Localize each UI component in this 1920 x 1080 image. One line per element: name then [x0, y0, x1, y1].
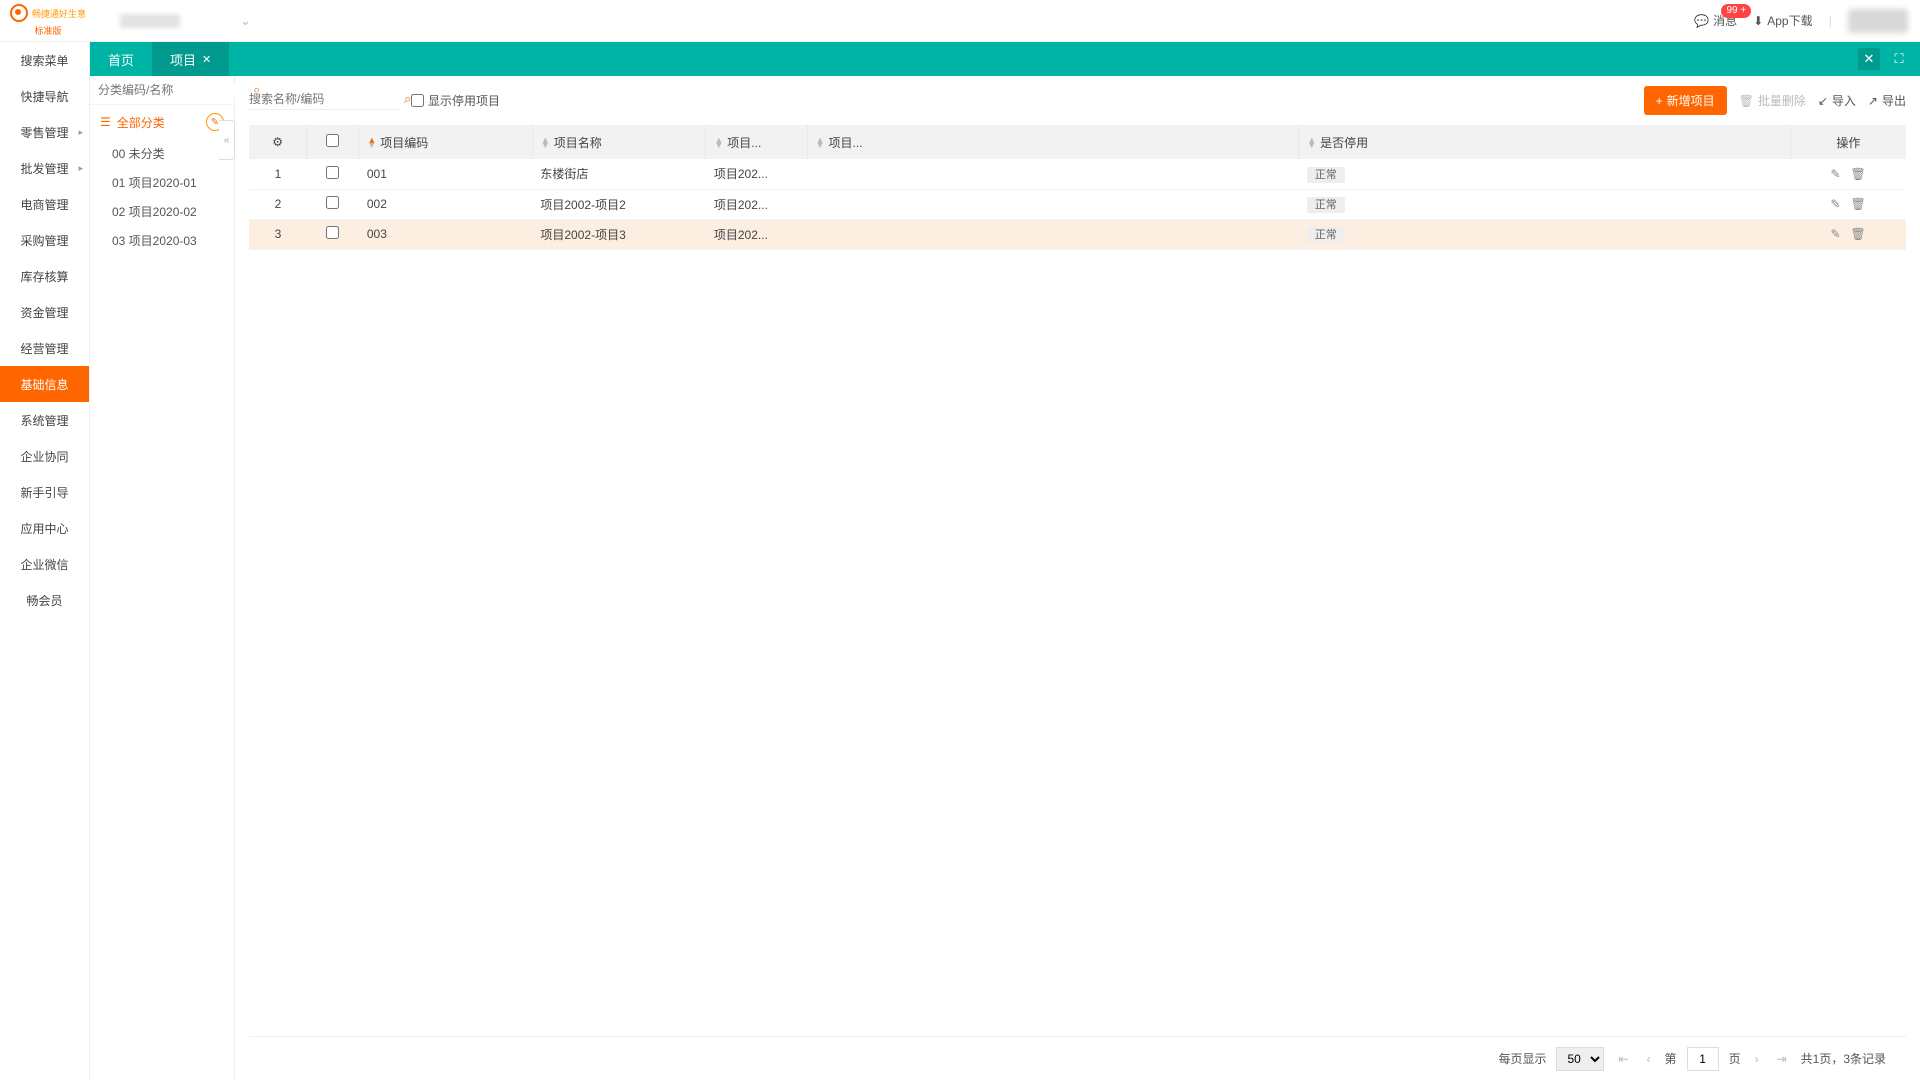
category-item-3[interactable]: 03 项目2020-03	[108, 226, 234, 255]
sidebar-item-1[interactable]: 快捷导航	[0, 78, 89, 114]
per-page-select[interactable]: 50	[1556, 1047, 1604, 1071]
chevron-right-icon: ▸	[78, 163, 83, 174]
import-icon: ↙	[1818, 94, 1828, 108]
sidebar-item-6[interactable]: 库存核算	[0, 258, 89, 294]
sidebar-item-15[interactable]: 畅会员	[0, 582, 89, 618]
next-page-button[interactable]: ›	[1751, 1052, 1763, 1066]
tab-project[interactable]: 项目 ✕	[152, 42, 229, 76]
tab-home[interactable]: 首页	[90, 42, 152, 76]
app-download-button[interactable]: ⬇ App下载	[1753, 12, 1812, 29]
edit-icon[interactable]: ✎	[1830, 197, 1840, 211]
pager-total: 共1页，3条记录	[1801, 1050, 1886, 1067]
close-icon[interactable]: ✕	[202, 53, 211, 66]
chevron-down-icon: ⌄	[240, 13, 251, 29]
logo-subtitle: 标准版	[34, 24, 61, 37]
sidebar-item-10[interactable]: 系统管理	[0, 402, 89, 438]
first-page-button[interactable]: ⇤	[1614, 1052, 1632, 1066]
sidebar-item-12[interactable]: 新手引导	[0, 474, 89, 510]
top-header: 畅捷通好生意 标准版 ⌄ 💬 消息 99 + ⬇ App下载 |	[0, 0, 1920, 42]
sidebar-item-0[interactable]: 搜索菜单	[0, 42, 89, 78]
download-icon: ⬇	[1753, 14, 1763, 28]
category-search-input[interactable]	[98, 83, 253, 97]
chevron-right-icon: ▸	[78, 127, 83, 138]
add-project-button[interactable]: + 新增项目	[1644, 86, 1727, 115]
user-avatar[interactable]	[1848, 9, 1908, 33]
sidebar-item-2[interactable]: 零售管理▸	[0, 114, 89, 150]
per-page-label: 每页显示	[1498, 1050, 1546, 1067]
logo[interactable]: 畅捷通好生意 标准版	[0, 0, 90, 42]
column-select-all[interactable]	[307, 125, 359, 159]
show-disabled-checkbox[interactable]: 显示停用项目	[411, 92, 500, 109]
delete-icon[interactable]: 🗑	[1851, 227, 1866, 241]
sidebar-item-9[interactable]: 基础信息	[0, 366, 89, 402]
sidebar-item-7[interactable]: 资金管理	[0, 294, 89, 330]
table-row[interactable]: 1001东楼街店项目202...正常✎🗑	[249, 159, 1906, 189]
tab-bar: 首页 项目 ✕ ✕ ⛶	[90, 42, 1920, 76]
status-badge: 正常	[1307, 167, 1345, 183]
close-icon: ✕	[1864, 51, 1875, 67]
messages-button[interactable]: 💬 消息 99 +	[1694, 12, 1737, 29]
expand-icon: ⛶	[1894, 51, 1903, 67]
logo-brand-text: 畅捷通好生意	[32, 7, 86, 20]
messages-badge: 99 +	[1721, 4, 1751, 18]
sidebar-item-14[interactable]: 企业微信	[0, 546, 89, 582]
sidebar-item-4[interactable]: 电商管理	[0, 186, 89, 222]
sidebar-item-13[interactable]: 应用中心	[0, 510, 89, 546]
message-icon: 💬	[1694, 14, 1709, 28]
row-checkbox[interactable]	[326, 226, 339, 239]
column-ops: 操作	[1790, 125, 1906, 159]
row-checkbox[interactable]	[326, 196, 339, 209]
collapse-panel-button[interactable]: «	[219, 120, 235, 160]
delete-icon[interactable]: 🗑	[1851, 197, 1866, 211]
table-row[interactable]: 3003项目2002-项目3项目202...正常✎🗑	[249, 219, 1906, 249]
search-input[interactable]	[249, 92, 404, 106]
list-icon: ☰	[100, 115, 111, 129]
trash-icon: 🗑	[1739, 94, 1754, 108]
prev-page-button[interactable]: ‹	[1643, 1052, 1655, 1066]
pagination: 每页显示 50 ⇤ ‹ 第 页 › ⇥ 共1页，3条记录	[249, 1036, 1906, 1080]
gear-icon: ⚙	[272, 135, 283, 149]
status-badge: 正常	[1307, 227, 1345, 243]
column-code[interactable]: ▲▼项目编码	[359, 125, 533, 159]
tab-close-all-button[interactable]: ✕	[1858, 48, 1880, 70]
category-root[interactable]: ☰ 全部分类 ✎	[90, 105, 234, 139]
sidebar-item-8[interactable]: 经营管理	[0, 330, 89, 366]
page-input[interactable]	[1687, 1047, 1719, 1071]
category-item-0[interactable]: 00 未分类	[108, 139, 234, 168]
export-icon: ↗	[1868, 94, 1878, 108]
logo-icon	[10, 4, 28, 22]
category-search: ⌕	[90, 76, 234, 105]
last-page-button[interactable]: ⇥	[1773, 1052, 1791, 1066]
status-badge: 正常	[1307, 197, 1345, 213]
chevron-left-icon: «	[224, 135, 230, 146]
import-button[interactable]: ↙ 导入	[1818, 92, 1856, 109]
column-settings[interactable]: ⚙	[249, 125, 307, 159]
sidebar-item-11[interactable]: 企业协同	[0, 438, 89, 474]
table-row[interactable]: 2002项目2002-项目2项目202...正常✎🗑	[249, 189, 1906, 219]
edit-icon[interactable]: ✎	[1830, 167, 1840, 181]
project-table: ⚙ ▲▼项目编码 ▲▼项目名称 ▲▼项目... ▲▼项目... ▲▼是否停用 操…	[249, 125, 1906, 250]
column-status[interactable]: ▲▼是否停用	[1299, 125, 1791, 159]
category-item-2[interactable]: 02 项目2020-02	[108, 197, 234, 226]
company-selector[interactable]: ⌄	[120, 13, 251, 29]
sidebar-item-3[interactable]: 批发管理▸	[0, 150, 89, 186]
delete-icon[interactable]: 🗑	[1851, 167, 1866, 181]
row-checkbox[interactable]	[326, 166, 339, 179]
edit-icon[interactable]: ✎	[1830, 227, 1840, 241]
company-name-blurred	[120, 14, 180, 28]
app-download-label: App下载	[1767, 12, 1812, 29]
sidebar: 搜索菜单快捷导航零售管理▸批发管理▸电商管理采购管理库存核算资金管理经营管理基础…	[0, 42, 90, 1080]
column-name[interactable]: ▲▼项目名称	[532, 125, 706, 159]
category-item-1[interactable]: 01 项目2020-01	[108, 168, 234, 197]
export-button[interactable]: ↗ 导出	[1868, 92, 1906, 109]
batch-delete-button[interactable]: 🗑 批量删除	[1739, 92, 1806, 109]
plus-icon: +	[1656, 94, 1663, 108]
fullscreen-button[interactable]: ⛶	[1888, 48, 1910, 70]
column-category[interactable]: ▲▼项目...	[706, 125, 807, 159]
category-panel: ⌕ ☰ 全部分类 ✎ « 00 未分类01 项目2020-0102 项目2020…	[90, 76, 235, 1080]
sidebar-item-5[interactable]: 采购管理	[0, 222, 89, 258]
column-group[interactable]: ▲▼项目...	[807, 125, 1299, 159]
toolbar: ⌕ 显示停用项目 + 新增项目 🗑 批量删除 ↙ 导入 ↗ 导出	[235, 76, 1920, 125]
